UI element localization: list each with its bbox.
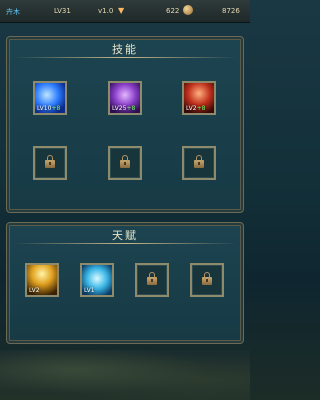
lock-icon [202, 272, 212, 285]
top-status-bar: 卉木 LV31 v1.0 ▼ 622 8726 [0, 0, 250, 23]
skill-slot-3[interactable]: LV2+8 [182, 81, 216, 115]
talent-level-label: LV2 [29, 287, 40, 294]
gem-icon: ▼ [118, 6, 125, 15]
lock-icon [120, 155, 130, 168]
player-level: LV31 [54, 7, 71, 15]
game-version: v1.0 [98, 7, 114, 15]
skill-level-label: LV25+8 [112, 105, 136, 112]
lock-icon [45, 155, 55, 168]
player-name[interactable]: 卉木 [6, 7, 20, 17]
skills-panel: 技能 LV10+8 LV25+8 LV2+8 [6, 36, 244, 213]
skill-level-label: LV2+8 [186, 105, 206, 112]
lock-icon [147, 272, 157, 285]
gold-amount: 622 [166, 7, 180, 15]
skill-level-label: LV10+8 [37, 105, 61, 112]
locked-skill-slot[interactable] [33, 146, 67, 180]
title-divider [13, 243, 237, 244]
locked-skill-slot[interactable] [182, 146, 216, 180]
lock-icon [194, 155, 204, 168]
locked-skill-slot[interactable] [108, 146, 142, 180]
talents-title: 天赋 [112, 229, 138, 242]
money-amount: 8726 [222, 7, 240, 15]
coin-icon [183, 5, 193, 15]
skill-slot-1[interactable]: LV10+8 [33, 81, 67, 115]
skills-title: 技能 [112, 43, 138, 56]
title-divider [13, 57, 237, 58]
talents-panel: 天赋 LV2 LV1 [6, 222, 244, 344]
skill-slot-2[interactable]: LV25+8 [108, 81, 142, 115]
talent-slot-1[interactable]: LV2 [25, 263, 59, 297]
talent-level-label: LV1 [84, 287, 95, 294]
talent-slot-2[interactable]: LV1 [80, 263, 114, 297]
background-ground [0, 350, 250, 400]
locked-talent-slot[interactable] [135, 263, 169, 297]
locked-talent-slot[interactable] [190, 263, 224, 297]
